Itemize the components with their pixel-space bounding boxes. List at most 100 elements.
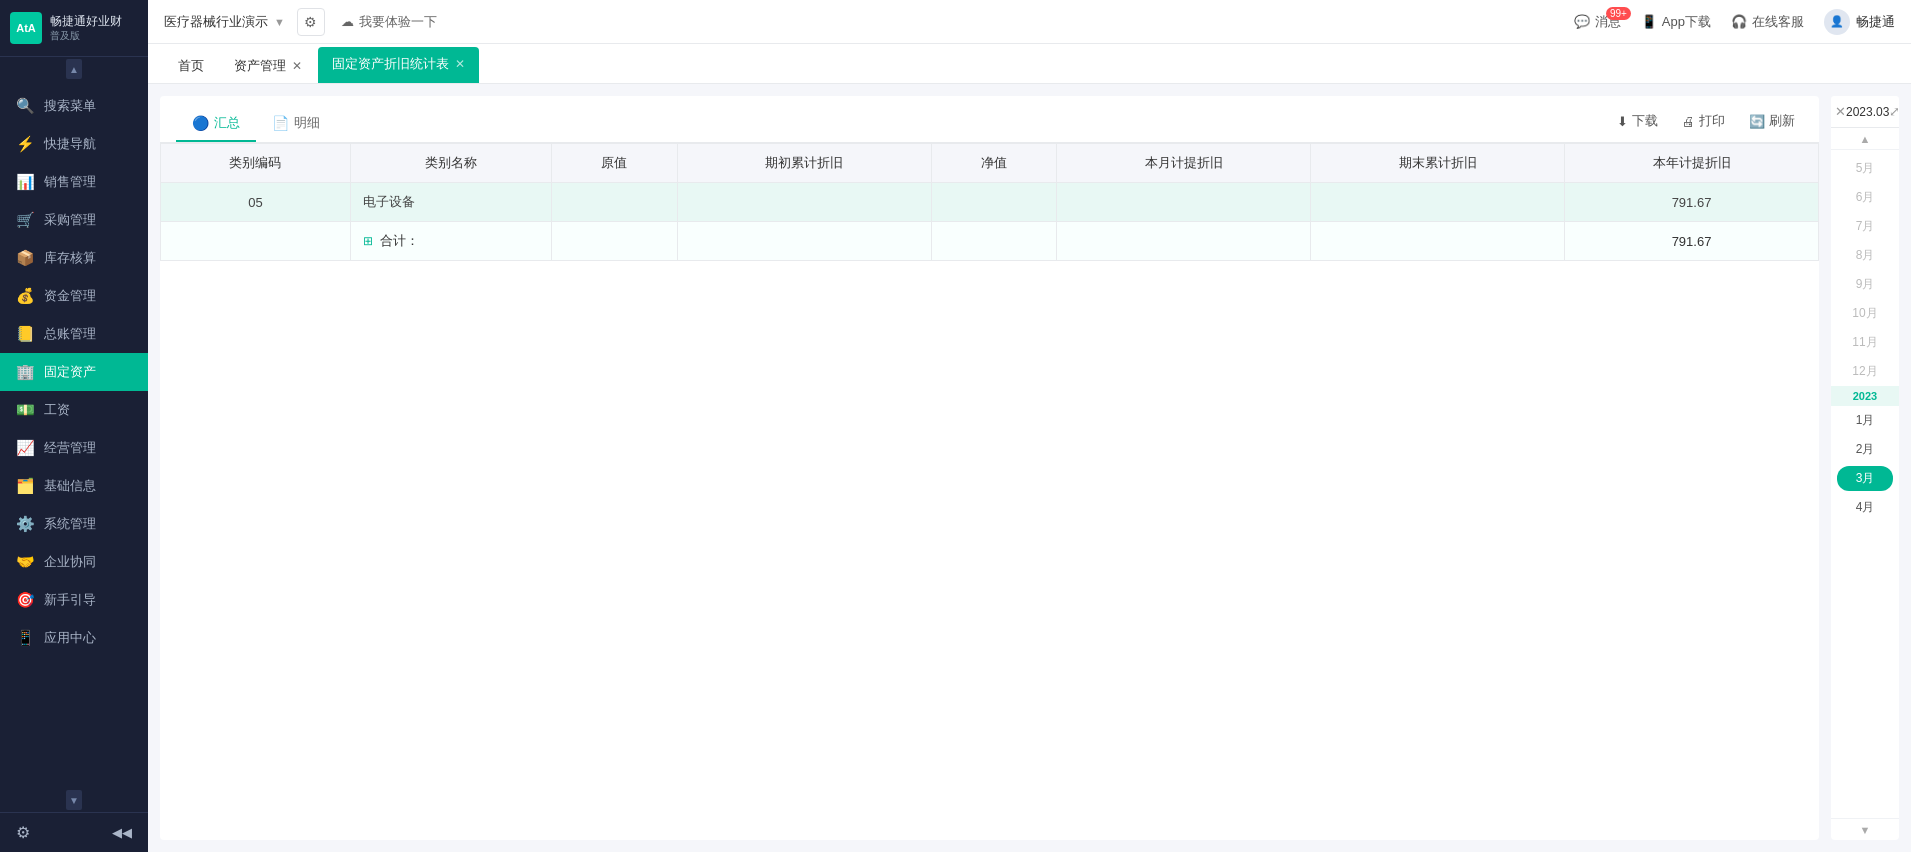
sidebar-item-label: 资金管理 (44, 287, 96, 305)
sidebar-item-basic-info[interactable]: 🗂️ 基础信息 (0, 467, 148, 505)
app-center-icon: 📱 (16, 629, 34, 647)
date-item-nov[interactable]: 11月 (1831, 328, 1899, 357)
tabs-bar: 首页 资产管理 ✕ 固定资产折旧统计表 ✕ (148, 44, 1911, 84)
print-button[interactable]: 🖨 打印 (1674, 108, 1733, 134)
sidebar-item-search[interactable]: 🔍 搜索菜单 (0, 87, 148, 125)
cloud-icon: ☁ (341, 14, 354, 29)
subtotal-monthly-dep (1057, 222, 1311, 261)
user-menu[interactable]: 👤 畅捷通 (1824, 9, 1895, 35)
tab-detail[interactable]: 📄 明细 (256, 106, 336, 142)
main-panel: 🔵 汇总 📄 明细 ⬇ 下载 🖨 打印 (160, 96, 1819, 840)
sidebar-item-finance[interactable]: 💰 资金管理 (0, 277, 148, 315)
topbar-settings-button[interactable]: ⚙ (297, 8, 325, 36)
tab-summary[interactable]: 🔵 汇总 (176, 106, 256, 142)
print-icon: 🖨 (1682, 114, 1695, 129)
date-item-jun[interactable]: 6月 (1831, 183, 1899, 212)
cell-original (551, 183, 677, 222)
depreciation-table: 类别编码 类别名称 原值 期初累计折旧 净值 本月计提折旧 期末累计折旧 本年计… (160, 143, 1819, 261)
col-net: 净值 (931, 144, 1057, 183)
experience-button[interactable]: ☁ 我要体验一下 (341, 13, 437, 31)
user-avatar: 👤 (1824, 9, 1850, 35)
table-header-row: 类别编码 类别名称 原值 期初累计折旧 净值 本月计提折旧 期末累计折旧 本年计… (161, 144, 1819, 183)
system-icon: ⚙️ (16, 515, 34, 533)
date-item-jan[interactable]: 1月 (1831, 406, 1899, 435)
message-button[interactable]: 💬 消息 99+ (1574, 13, 1621, 31)
username: 畅捷通 (1856, 13, 1895, 31)
sidebar-item-quick-nav[interactable]: ⚡ 快捷导航 (0, 125, 148, 163)
sidebar: AtA 畅捷通好业财 普及版 ▲ 🔍 搜索菜单 ⚡ 快捷导航 📊 销售管理 🛒 … (0, 0, 148, 852)
inventory-icon: 📦 (16, 249, 34, 267)
fixed-assets-icon: 🏢 (16, 363, 34, 381)
enterprise-icon: 🤝 (16, 553, 34, 571)
download-icon: ⬇ (1617, 114, 1628, 129)
date-list: 5月 6月 7月 8月 9月 10月 11月 12月 2023 1月 2月 3月… (1831, 150, 1899, 818)
date-item-aug[interactable]: 8月 (1831, 241, 1899, 270)
cell-name: 电子设备 (350, 183, 551, 222)
data-table-wrapper: 类别编码 类别名称 原值 期初累计折旧 净值 本月计提折旧 期末累计折旧 本年计… (160, 143, 1819, 840)
sidebar-scroll-down[interactable]: ▼ (66, 790, 82, 810)
sidebar-item-payroll[interactable]: 💵 工资 (0, 391, 148, 429)
sidebar-collapse-icon[interactable]: ◀◀ (112, 825, 132, 840)
refresh-button[interactable]: 🔄 刷新 (1741, 108, 1803, 134)
sidebar-item-label: 系统管理 (44, 515, 96, 533)
sidebar-item-label: 基础信息 (44, 477, 96, 495)
date-panel-title: 2023.03 (1846, 105, 1889, 119)
date-item-may[interactable]: 5月 (1831, 154, 1899, 183)
sidebar-item-label: 应用中心 (44, 629, 96, 647)
message-icon: 💬 (1574, 14, 1590, 29)
sidebar-item-ledger[interactable]: 📒 总账管理 (0, 315, 148, 353)
sidebar-item-label: 企业协同 (44, 553, 96, 571)
sidebar-item-enterprise[interactable]: 🤝 企业协同 (0, 543, 148, 581)
date-panel-close-button[interactable]: ✕ (1835, 104, 1846, 119)
subtotal-label: ⊞ 合计： (350, 222, 551, 261)
date-item-feb[interactable]: 2月 (1831, 435, 1899, 464)
date-scroll-up[interactable]: ▲ (1831, 128, 1899, 150)
date-item-apr[interactable]: 4月 (1831, 493, 1899, 522)
app-name: 畅捷通好业财 (50, 13, 122, 30)
tab-summary-label: 汇总 (214, 114, 240, 132)
table-row[interactable]: 05 电子设备 791.67 (161, 183, 1819, 222)
date-item-sep[interactable]: 9月 (1831, 270, 1899, 299)
sidebar-item-label: 快捷导航 (44, 135, 96, 153)
tab-asset-close[interactable]: ✕ (292, 59, 302, 73)
cell-net (931, 183, 1057, 222)
date-item-mar[interactable]: 3月 (1837, 466, 1893, 491)
col-name: 类别名称 (350, 144, 551, 183)
date-panel-expand-button[interactable]: ⤢ (1889, 104, 1899, 119)
online-service-button[interactable]: 🎧 在线客服 (1731, 13, 1804, 31)
sidebar-item-purchase[interactable]: 🛒 采购管理 (0, 201, 148, 239)
refresh-icon: 🔄 (1749, 114, 1765, 129)
sidebar-item-guide[interactable]: 🎯 新手引导 (0, 581, 148, 619)
company-dropdown-icon: ▼ (274, 16, 285, 28)
sidebar-item-fixed-assets[interactable]: 🏢 固定资产 (0, 353, 148, 391)
sidebar-item-system[interactable]: ⚙️ 系统管理 (0, 505, 148, 543)
date-scroll-down[interactable]: ▼ (1831, 818, 1899, 840)
col-monthly-dep: 本月计提折旧 (1057, 144, 1311, 183)
sidebar-item-operations[interactable]: 📈 经营管理 (0, 429, 148, 467)
sidebar-item-sales[interactable]: 📊 销售管理 (0, 163, 148, 201)
tab-depreciation-close[interactable]: ✕ (455, 57, 465, 71)
sidebar-item-label: 库存核算 (44, 249, 96, 267)
date-item-dec[interactable]: 12月 (1831, 357, 1899, 386)
date-item-jul[interactable]: 7月 (1831, 212, 1899, 241)
app-download-button[interactable]: 📱 App下载 (1641, 13, 1711, 31)
tab-home-label: 首页 (178, 57, 204, 75)
sidebar-scroll-up[interactable]: ▲ (66, 59, 82, 79)
date-year-2023[interactable]: 2023 (1831, 386, 1899, 406)
guide-icon: 🎯 (16, 591, 34, 609)
tab-depreciation-table[interactable]: 固定资产折旧统计表 ✕ (318, 47, 479, 83)
sidebar-item-app-center[interactable]: 📱 应用中心 (0, 619, 148, 657)
subtotal-net (931, 222, 1057, 261)
company-name: 医疗器械行业演示 (164, 13, 268, 31)
download-button[interactable]: ⬇ 下载 (1609, 108, 1666, 134)
tab-asset-management[interactable]: 资产管理 ✕ (220, 49, 316, 83)
sidebar-settings-icon[interactable]: ⚙ (16, 823, 30, 842)
date-item-oct[interactable]: 10月 (1831, 299, 1899, 328)
main-area: 医疗器械行业演示 ▼ ⚙ ☁ 我要体验一下 💬 消息 99+ 📱 App下载 🎧… (148, 0, 1911, 852)
app-download-icon: 📱 (1641, 14, 1657, 29)
sidebar-item-inventory[interactable]: 📦 库存核算 (0, 239, 148, 277)
sidebar-logo: AtA 畅捷通好业财 普及版 (0, 0, 148, 57)
company-selector[interactable]: 医疗器械行业演示 ▼ (164, 13, 285, 31)
tab-home[interactable]: 首页 (164, 49, 218, 83)
date-panel: ✕ 2023.03 ⤢ ▲ 5月 6月 7月 8月 9月 10月 11月 12月… (1831, 96, 1899, 840)
